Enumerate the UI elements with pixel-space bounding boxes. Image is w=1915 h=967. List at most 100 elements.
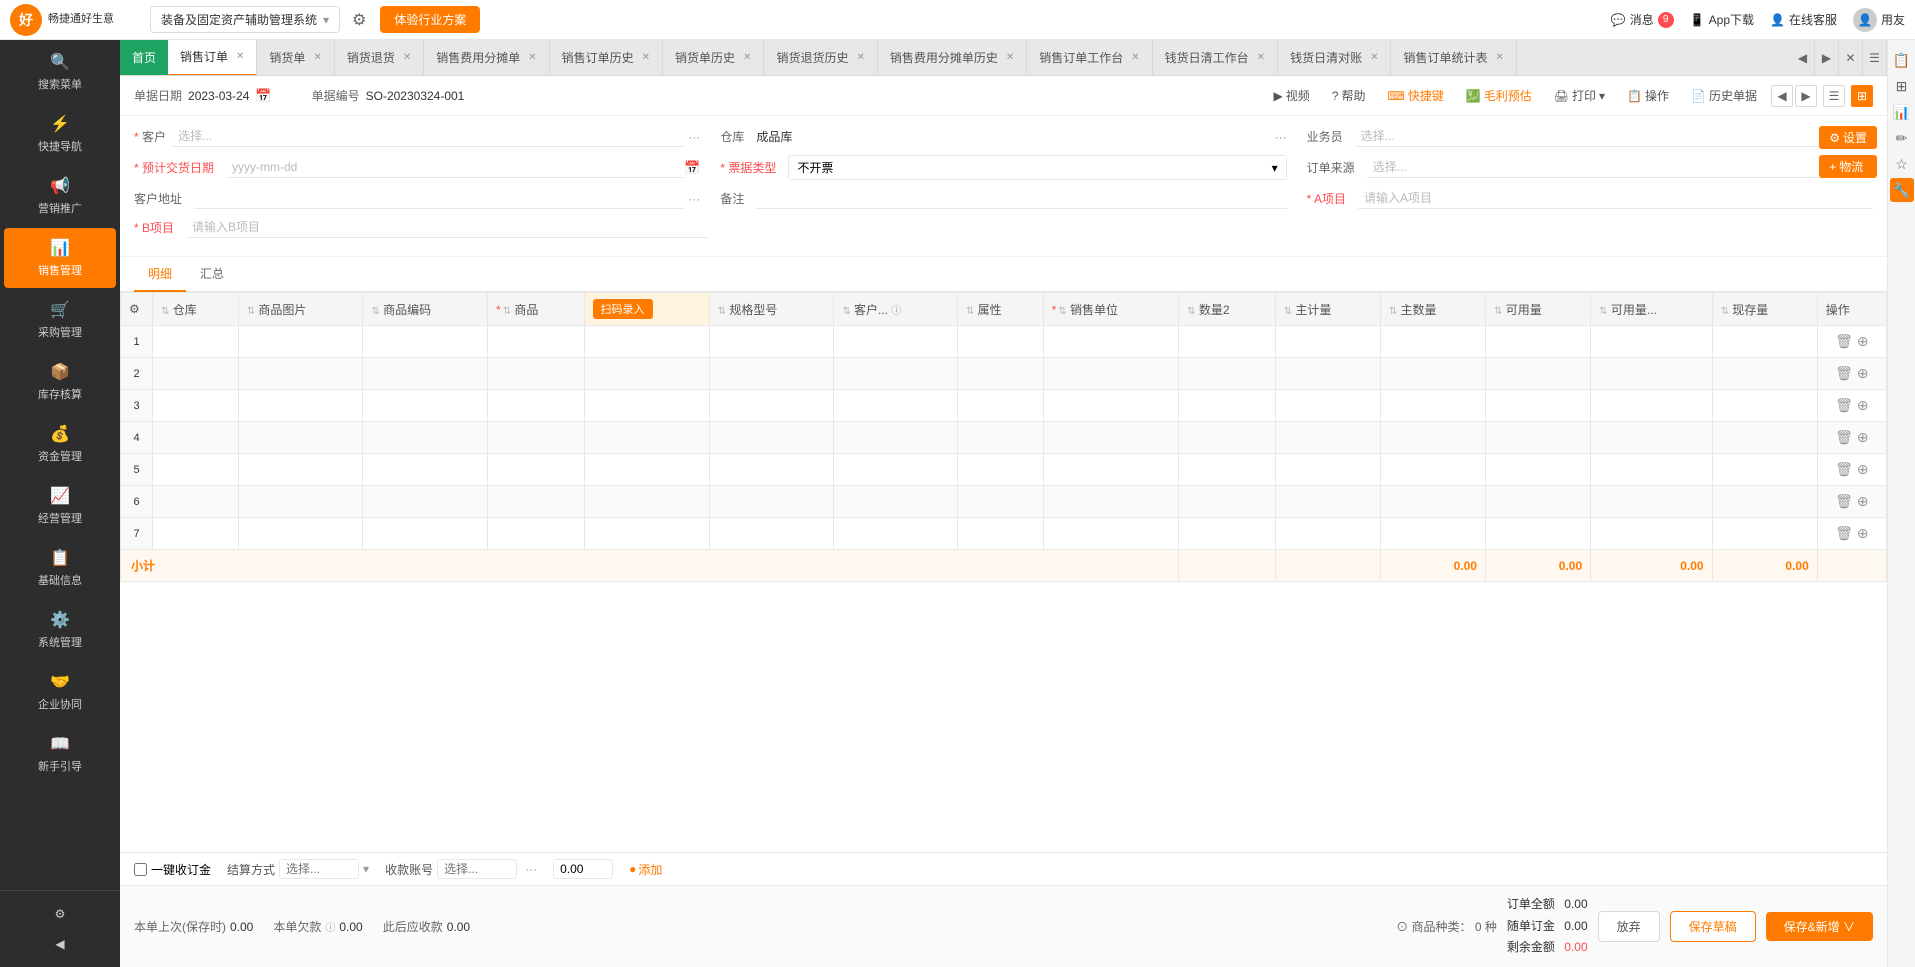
cell-customer-code-2[interactable] <box>834 358 958 390</box>
shortcut-btn[interactable]: ⌨ 快捷键 <box>1379 84 1451 107</box>
cell-customer-code-3[interactable] <box>834 390 958 422</box>
tab-close-sales_return[interactable]: ✕ <box>403 52 411 63</box>
invoice-type-select[interactable]: 不开票 ▾ <box>788 155 1286 180</box>
sidebar-item-finance[interactable]: 💰 资金管理 <box>4 414 116 474</box>
float-goods-btn[interactable]: + 物流 <box>1819 155 1877 178</box>
calendar-icon[interactable]: 📅 <box>255 88 271 104</box>
row-delete-btn-7[interactable]: 🗑 <box>1835 525 1853 542</box>
sidebar-item-sales[interactable]: 📊 销售管理 <box>4 228 116 288</box>
one-click-payment-label[interactable]: 一键收订金 <box>134 861 211 878</box>
tab-close-credit_daily_clear[interactable]: ✕ <box>1257 52 1265 63</box>
delivery-cal-icon[interactable]: 📅 <box>684 160 700 176</box>
cell-customer-code-1[interactable] <box>834 326 958 358</box>
tab-sales_return[interactable]: 销货退货✕ <box>335 40 424 76</box>
cell-warehouse-2[interactable] <box>153 358 239 390</box>
cell-customer-code-6[interactable] <box>834 486 958 518</box>
tab-sales_order_stats[interactable]: 销售订单统计表✕ <box>1391 40 1516 76</box>
row-delete-btn-6[interactable]: 🗑 <box>1835 493 1853 510</box>
tab-close-sales_order_stats[interactable]: ✕ <box>1496 52 1504 63</box>
cell-unit-7[interactable] <box>1043 518 1179 550</box>
cell-attribute-6[interactable] <box>957 486 1043 518</box>
add-payment-btn[interactable]: ● 添加 <box>629 861 662 878</box>
address-input[interactable] <box>194 188 684 209</box>
solution-button[interactable]: 体验行业方案 <box>380 6 480 33</box>
cell-qty2-2[interactable] <box>1179 358 1276 390</box>
tab-close-sales_sheet[interactable]: ✕ <box>313 52 321 63</box>
delivery-date-input[interactable] <box>226 157 684 178</box>
right-panel-icon-1[interactable]: 📋 <box>1890 48 1914 72</box>
message-btn[interactable]: 💬 消息 9 <box>1611 11 1674 28</box>
row-delete-btn-1[interactable]: 🗑 <box>1835 333 1853 350</box>
cell-spec-1[interactable] <box>709 326 834 358</box>
cell-product-name-2[interactable] <box>488 358 585 390</box>
cell-spec-7[interactable] <box>709 518 834 550</box>
cell-unit-5[interactable] <box>1043 454 1179 486</box>
grid-view-btn[interactable]: ⊞ <box>1851 85 1873 107</box>
tab-sales_sheet_history[interactable]: 销货单历史✕ <box>663 40 764 76</box>
app-download-btn[interactable]: 📱 App下载 <box>1690 11 1754 28</box>
help-btn[interactable]: ? 帮助 <box>1324 84 1374 107</box>
sidebar-item-quick_nav[interactable]: ⚡ 快捷导航 <box>4 104 116 164</box>
tab-sales_order_workbench[interactable]: 销售订单工作台✕ <box>1027 40 1152 76</box>
tab-prev-btn[interactable]: ◀ <box>1791 40 1815 76</box>
tab-sales_sheet[interactable]: 销货单✕ <box>257 40 334 76</box>
cell-spec-3[interactable] <box>709 390 834 422</box>
sidebar-bottom-settings[interactable]: ⚙ <box>0 899 120 929</box>
warehouse-more-icon[interactable]: ··· <box>1275 130 1287 144</box>
cell-attribute-3[interactable] <box>957 390 1043 422</box>
system-selector[interactable]: 装备及固定资产辅助管理系统 ▾ <box>150 6 340 33</box>
right-panel-icon-4[interactable]: ✏ <box>1890 126 1914 150</box>
tab-menu-btn[interactable]: ☰ <box>1863 40 1887 76</box>
operate-btn[interactable]: 📋 操作 <box>1619 84 1677 107</box>
float-settings-btn[interactable]: ⚙ 设置 <box>1819 126 1877 149</box>
cell-unit-3[interactable] <box>1043 390 1179 422</box>
right-panel-icon-3[interactable]: 📊 <box>1890 100 1914 124</box>
right-panel-icon-5[interactable]: ☆ <box>1890 152 1914 176</box>
cell-customer-code-5[interactable] <box>834 454 958 486</box>
tab-sales_order_history[interactable]: 销售订单历史✕ <box>550 40 663 76</box>
customer-input[interactable] <box>172 126 684 147</box>
cell-product-code-7[interactable] <box>363 518 488 550</box>
address-more-icon[interactable]: ··· <box>688 192 700 206</box>
tab-summary[interactable]: 汇总 <box>186 257 238 292</box>
cell-attribute-1[interactable] <box>957 326 1043 358</box>
row-delete-btn-4[interactable]: 🗑 <box>1835 429 1853 446</box>
profit-btn[interactable]: 💹 毛利预估 <box>1458 84 1540 107</box>
order-source-input[interactable] <box>1367 157 1867 178</box>
sidebar-item-search[interactable]: 🔍 搜索菜单 <box>4 42 116 102</box>
a-project-input[interactable] <box>1358 188 1873 209</box>
row-delete-btn-5[interactable]: 🗑 <box>1835 461 1853 478</box>
cell-product-name-7[interactable] <box>488 518 585 550</box>
cell-warehouse-5[interactable] <box>153 454 239 486</box>
cell-unit-1[interactable] <box>1043 326 1179 358</box>
tab-close-credit_daily_reconcile[interactable]: ✕ <box>1370 52 1378 63</box>
cell-spec-5[interactable] <box>709 454 834 486</box>
record-next-btn[interactable]: ▶ <box>1795 85 1817 107</box>
cell-attribute-2[interactable] <box>957 358 1043 390</box>
cell-spec-4[interactable] <box>709 422 834 454</box>
col-scan[interactable]: 扫码录入 <box>584 293 709 326</box>
cell-main-qty-1[interactable] <box>1380 326 1485 358</box>
cell-product-code-3[interactable] <box>363 390 488 422</box>
account-more-icon[interactable]: ··· <box>525 862 537 876</box>
row-copy-btn-4[interactable]: ⊕ <box>1857 429 1869 446</box>
b-project-input[interactable] <box>186 217 708 238</box>
right-panel-icon-6[interactable]: 🔧 <box>1890 178 1914 202</box>
cell-product-name-1[interactable] <box>488 326 585 358</box>
cell-qty2-5[interactable] <box>1179 454 1276 486</box>
row-delete-btn-3[interactable]: 🗑 <box>1835 397 1853 414</box>
settings-icon-btn[interactable]: ⚙ <box>348 6 370 34</box>
sidebar-collapse-btn[interactable]: ◀ <box>0 929 120 959</box>
row-copy-btn-6[interactable]: ⊕ <box>1857 493 1869 510</box>
cell-product-name-6[interactable] <box>488 486 585 518</box>
cell-qty2-7[interactable] <box>1179 518 1276 550</box>
cell-main-qty-4[interactable] <box>1380 422 1485 454</box>
cell-main-qty-5[interactable] <box>1380 454 1485 486</box>
preview-btn[interactable]: ▶ 视频 <box>1266 84 1318 107</box>
tab-sales_return_history[interactable]: 销货退货历史✕ <box>764 40 877 76</box>
history-btn[interactable]: 📄 历史单据 <box>1683 84 1765 107</box>
tab-sales_fee_split_history[interactable]: 销售费用分摊单历史✕ <box>878 40 1027 76</box>
online-service-btn[interactable]: 👤 在线客服 <box>1770 11 1837 28</box>
sidebar-item-operations[interactable]: 📈 经营管理 <box>4 476 116 536</box>
cell-product-code-6[interactable] <box>363 486 488 518</box>
